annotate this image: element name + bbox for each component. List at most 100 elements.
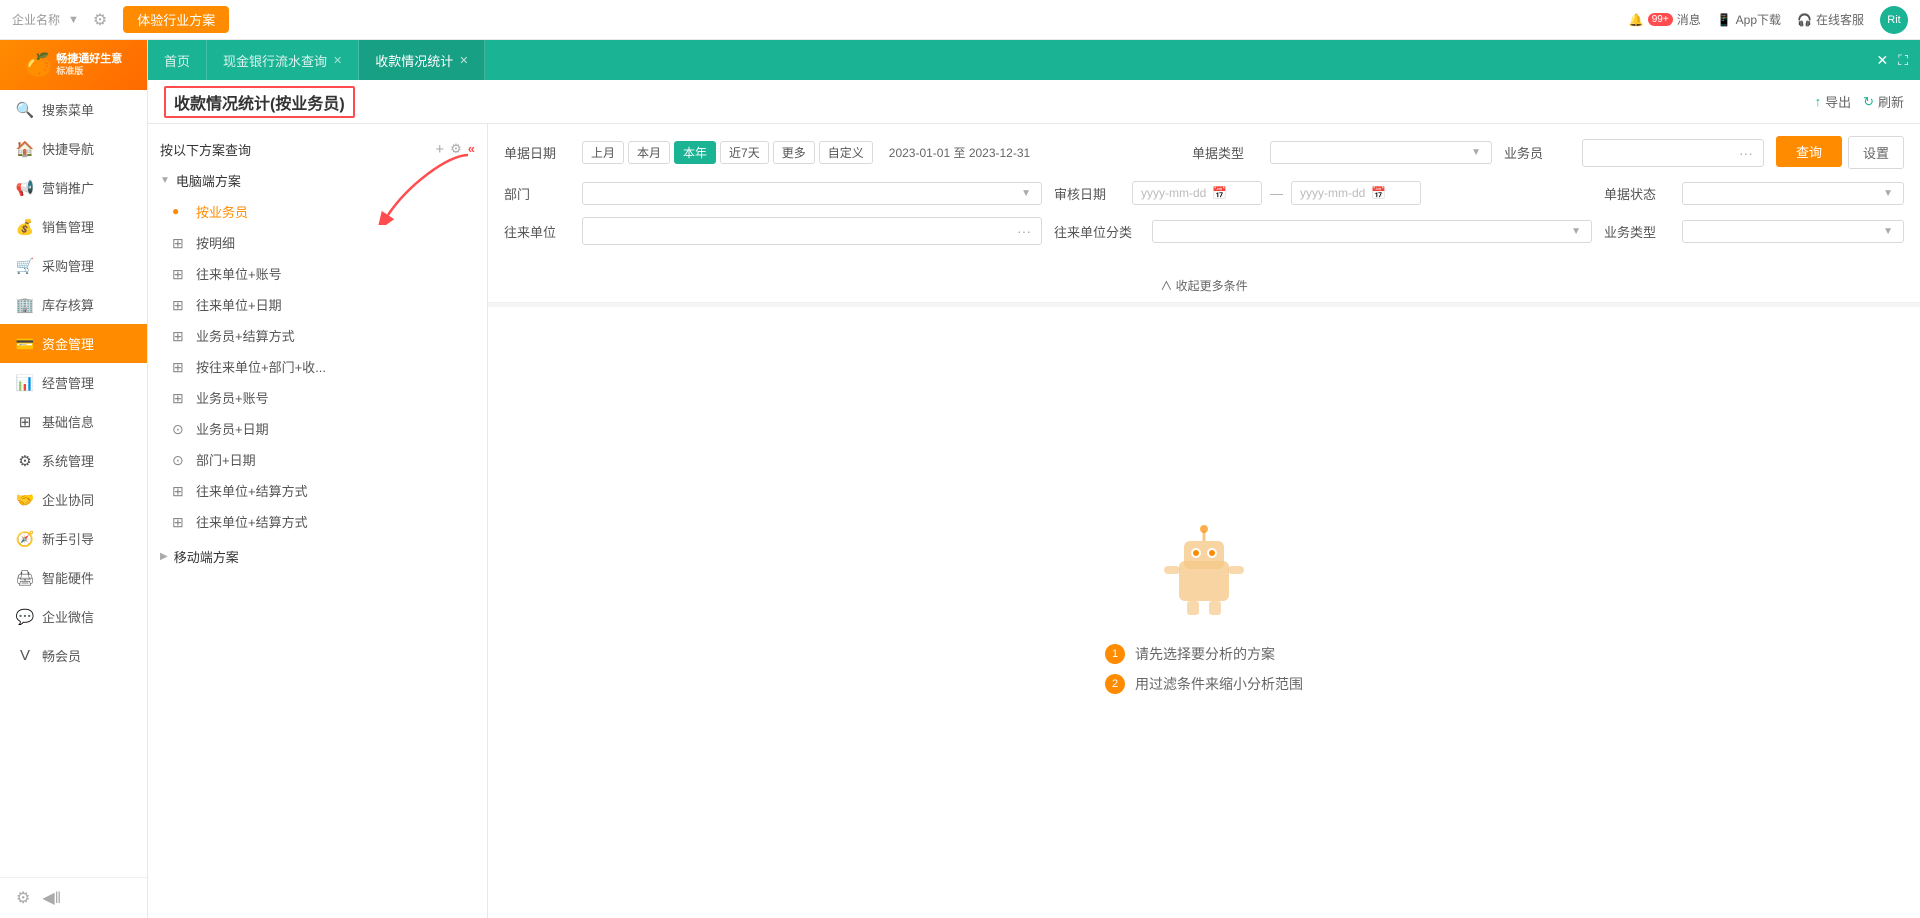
page-header-actions: ↑ 导出 ↻ 刷新 — [1815, 92, 1904, 111]
date-btn-more[interactable]: 更多 — [773, 141, 815, 164]
layout: 🍊 畅捷通好生意 标准版 🔍 搜索菜单 🏠 快捷导航 📢 营销推广 💰 销售管理… — [0, 40, 1920, 918]
scheme-item-4[interactable]: ⊞ 业务员+结算方式 — [148, 320, 487, 351]
collapse-sidebar-icon[interactable]: ◀‖ — [42, 888, 61, 908]
partner-category-label: 往来单位分类 — [1054, 222, 1144, 241]
sidebar-item-purchase[interactable]: 🛒 采购管理 — [0, 246, 147, 285]
scheme-item-9[interactable]: ⊞ 往来单位+结算方式 — [148, 475, 487, 506]
department-dropdown[interactable]: ▼ — [582, 182, 1042, 205]
collapse-bar[interactable]: ∧ 收起更多条件 — [488, 269, 1920, 303]
scheme-item-icon-5: ⊞ — [172, 359, 188, 375]
scheme-item-3[interactable]: ⊞ 往来单位+日期 — [148, 289, 487, 320]
notification-count: 99+ — [1648, 13, 1673, 26]
dropdown-arrow-icon[interactable]: ▼ — [68, 14, 79, 26]
guide-icon: 🧭 — [16, 530, 34, 548]
salesperson-dropdown[interactable]: ··· — [1582, 139, 1764, 167]
sidebar-item-member[interactable]: V 畅会员 — [0, 636, 147, 675]
scheme-item-6[interactable]: ⊞ 业务员+账号 — [148, 382, 487, 413]
sidebar-item-enterprise[interactable]: 🤝 企业协同 — [0, 480, 147, 519]
department-label: 部门 — [504, 184, 574, 203]
date-btn-last-month[interactable]: 上月 — [582, 141, 624, 164]
refresh-icon: ↻ — [1863, 94, 1874, 110]
scheme-collapse-btn[interactable]: « — [468, 141, 475, 158]
sidebar-bottom: ⚙ ◀‖ — [0, 877, 147, 918]
date-btn-group: 上月 本月 本年 近7天 更多 自定义 — [582, 141, 873, 164]
department-arrow: ▼ — [1021, 188, 1031, 199]
date-btn-7days[interactable]: 近7天 — [720, 141, 769, 164]
business-type-dropdown[interactable]: ▼ — [1682, 220, 1904, 243]
refresh-btn[interactable]: ↻ 刷新 — [1863, 92, 1904, 111]
tab-close-bank-flow[interactable]: ✕ — [333, 54, 342, 67]
date-btn-this-month[interactable]: 本月 — [628, 141, 670, 164]
review-date-start[interactable]: yyyy-mm-dd 📅 — [1132, 181, 1262, 205]
partner-dropdown[interactable]: ··· — [582, 217, 1042, 245]
empty-step-2: 2 用过滤条件来缩小分析范围 — [1105, 674, 1303, 694]
settings-bottom-icon[interactable]: ⚙ — [16, 888, 30, 908]
scheme-item-0[interactable]: ● 按业务员 — [148, 196, 487, 227]
sidebar-item-sales[interactable]: 💰 销售管理 — [0, 207, 147, 246]
sidebar-item-guide[interactable]: 🧭 新手引导 — [0, 519, 147, 558]
sidebar-item-capital[interactable]: 💳 资金管理 — [0, 324, 147, 363]
scheme-item-8[interactable]: ⊙ 部门+日期 — [148, 444, 487, 475]
page-header: 收款情况统计(按业务员) ↑ 导出 ↻ 刷新 — [148, 80, 1920, 124]
scheme-group-pc[interactable]: ▼ 电脑端方案 — [148, 165, 487, 196]
sidebar-item-operation[interactable]: 📊 经营管理 — [0, 363, 147, 402]
scheme-group-mobile[interactable]: ▶ 移动端方案 — [148, 541, 487, 572]
triangle-down-icon: ▼ — [160, 175, 170, 186]
salesperson-more-icon: ··· — [1739, 145, 1753, 161]
tab-collection-stats[interactable]: 收款情况统计 ✕ — [359, 40, 485, 80]
sidebar-item-search[interactable]: 🔍 搜索菜单 — [0, 90, 147, 129]
sidebar-item-marketing[interactable]: 📢 营销推广 — [0, 168, 147, 207]
salesperson-label: 业务员 — [1504, 143, 1574, 162]
scheme-item-1[interactable]: ⊞ 按明细 — [148, 227, 487, 258]
sidebar-item-quicknav[interactable]: 🏠 快捷导航 — [0, 129, 147, 168]
tab-bank-flow[interactable]: 现金银行流水查询 ✕ — [207, 40, 359, 80]
date-btn-this-year[interactable]: 本年 — [674, 141, 716, 164]
tab-close-collection[interactable]: ✕ — [459, 54, 468, 67]
online-service-btn[interactable]: 🎧 在线客服 — [1797, 11, 1864, 28]
partner-category-dropdown[interactable]: ▼ — [1152, 220, 1592, 243]
scheme-item-5[interactable]: ⊞ 按往来单位+部门+收... — [148, 351, 487, 382]
user-avatar[interactable]: Rit — [1880, 6, 1908, 34]
action-buttons: 查询 设置 — [1776, 136, 1904, 169]
voucher-status-dropdown[interactable]: ▼ — [1682, 182, 1904, 205]
export-btn[interactable]: ↑ 导出 — [1815, 92, 1852, 111]
query-btn[interactable]: 查询 — [1776, 136, 1842, 167]
business-type-label: 业务类型 — [1604, 222, 1674, 241]
sidebar-item-system[interactable]: ⚙ 系统管理 — [0, 441, 147, 480]
settings-btn[interactable]: 设置 — [1848, 136, 1904, 169]
sidebar-item-inventory[interactable]: 🏢 库存核算 — [0, 285, 147, 324]
date-btn-custom[interactable]: 自定义 — [819, 141, 873, 164]
filter-field-salesperson: 业务员 ··· — [1504, 139, 1764, 167]
home-icon: 🏠 — [16, 140, 34, 158]
scheme-item-2[interactable]: ⊞ 往来单位+账号 — [148, 258, 487, 289]
tab-home[interactable]: 首页 — [148, 40, 207, 80]
sidebar-item-wechat[interactable]: 💬 企业微信 — [0, 597, 147, 636]
partner-more-icon: ··· — [1017, 223, 1031, 239]
notification-btn[interactable]: 🔔 99+ 消息 — [1629, 11, 1701, 28]
voucher-type-dropdown[interactable]: ▼ — [1270, 141, 1492, 164]
sidebar-item-hardware[interactable]: 🖨 智能硬件 — [0, 558, 147, 597]
scheme-item-icon-3: ⊞ — [172, 297, 188, 313]
sidebar-item-basic[interactable]: ⊞ 基础信息 — [0, 402, 147, 441]
top-bar: 企业名称 ▼ ⚙ 体验行业方案 🔔 99+ 消息 📱 App下载 🎧 在线客服 … — [0, 0, 1920, 40]
settings-icon[interactable]: ⚙ — [93, 10, 107, 30]
scheme-settings-btn[interactable]: ⚙ — [450, 141, 462, 158]
basic-icon: ⊞ — [16, 413, 34, 431]
trial-btn[interactable]: 体验行业方案 — [123, 6, 229, 33]
scheme-item-7[interactable]: ⊙ 业务员+日期 — [148, 413, 487, 444]
review-date-end[interactable]: yyyy-mm-dd 📅 — [1291, 181, 1421, 205]
filter-row-3: 往来单位 ··· 往来单位分类 ▼ — [504, 217, 1904, 245]
app-download-btn[interactable]: 📱 App下载 — [1717, 11, 1781, 28]
empty-illustration — [1154, 521, 1254, 624]
scheme-item-10[interactable]: ⊞ 往来单位+结算方式 — [148, 506, 487, 537]
enterprise-icon: 🤝 — [16, 491, 34, 509]
operation-icon: 📊 — [16, 374, 34, 392]
maximize-icon[interactable]: ⛶ — [1898, 52, 1908, 69]
business-type-arrow: ▼ — [1883, 226, 1893, 237]
headset-icon: 🎧 — [1797, 13, 1812, 27]
close-all-icon[interactable]: ✕ — [1876, 52, 1888, 69]
scheme-add-btn[interactable]: + — [435, 141, 444, 158]
scheme-item-icon-10: ⊞ — [172, 514, 188, 530]
scheme-item-icon-6: ⊞ — [172, 390, 188, 406]
filter-field-voucher-status: 单据状态 ▼ — [1604, 182, 1904, 205]
